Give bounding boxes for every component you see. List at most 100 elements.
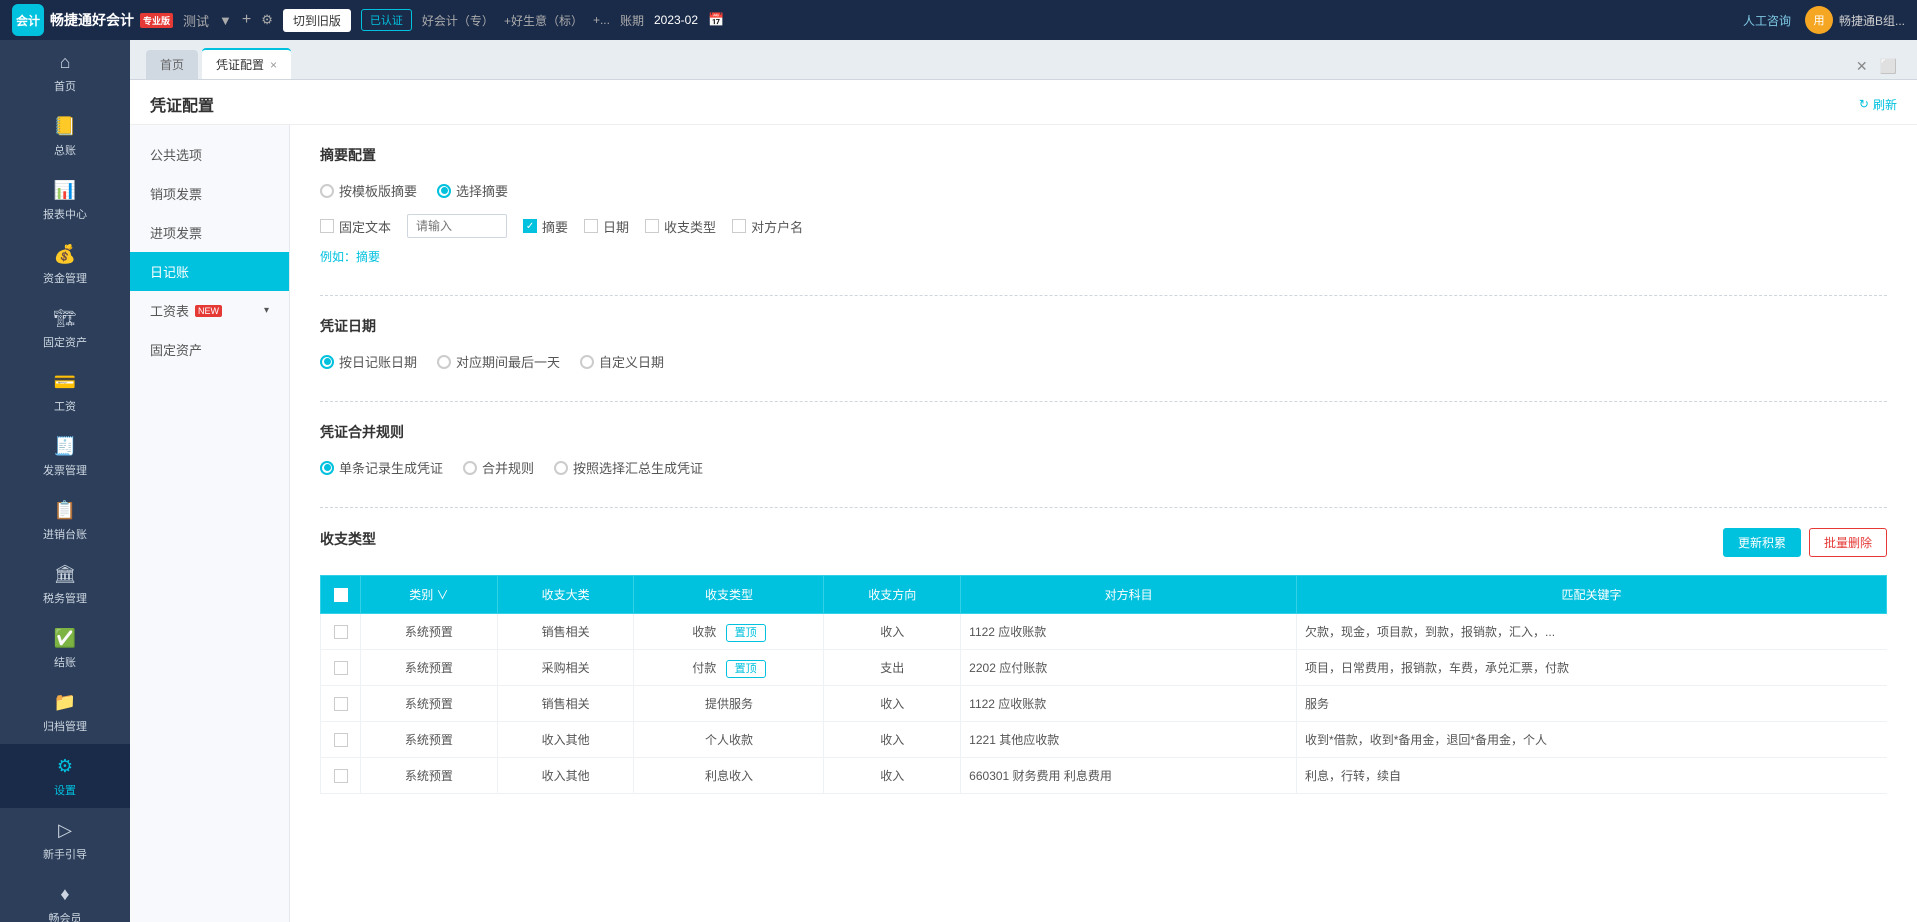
date-radio-custom[interactable]: 自定义日期 (580, 352, 664, 371)
update-btn[interactable]: 更新积累 (1723, 528, 1801, 557)
sidebar-item-ledger[interactable]: 📒 总账 (0, 104, 130, 168)
sidebar-label-closing: 结账 (54, 654, 76, 670)
row-direction: 收入 (824, 686, 961, 722)
merge-radio-single[interactable]: 单条记录生成凭证 (320, 458, 443, 477)
left-nav-public[interactable]: 公共选项 (130, 135, 289, 174)
tab-bar: 首页 凭证配置 × ✕ ⬜ (130, 40, 1917, 80)
row-subject: 1122 应收账款 (961, 614, 1297, 650)
gear-icon[interactable]: ⚙ (261, 12, 273, 28)
switch-old-btn[interactable]: 切到旧版 (283, 9, 351, 32)
date-radio-custom-label: 自定义日期 (599, 352, 664, 371)
row-main-type: 销售相关 (497, 614, 634, 650)
row-keywords: 欠款，现金，项目款，到款，报销款，汇入，... (1297, 614, 1887, 650)
left-nav-journal[interactable]: 日记账 (130, 252, 289, 291)
fixed-text-input[interactable] (407, 214, 507, 238)
help-link[interactable]: 人工咨询 (1743, 12, 1791, 29)
sidebar-item-archive[interactable]: 📁 归档管理 (0, 680, 130, 744)
checkbox-payment-type[interactable]: 收支类型 (645, 217, 716, 236)
row-checkbox[interactable] (321, 614, 361, 650)
th-sub-type: 收支类型 (634, 576, 824, 614)
left-nav-journal-label: 日记账 (150, 262, 189, 281)
date-section: 凭证日期 按日记账日期 对应期间最后一天 (320, 316, 1887, 371)
content-area: 首页 凭证配置 × ✕ ⬜ 凭证配置 ↻ 刷新 (130, 40, 1917, 922)
sidebar-item-home[interactable]: ⌂ 首页 (0, 40, 130, 104)
radio-circle-template (320, 184, 334, 198)
sidebar-label-settings: 设置 (54, 782, 76, 798)
merge-radio-summary[interactable]: 按照选择汇总生成凭证 (554, 458, 703, 477)
row-main-type: 收入其他 (497, 722, 634, 758)
summary-radio-template[interactable]: 按模板版摘要 (320, 181, 417, 200)
dropdown-icon[interactable]: ▼ (219, 13, 232, 28)
checkbox-counterpart-name[interactable]: 对方户名 (732, 217, 803, 236)
table-row: 系统预置 采购相关 付款 置顶 支出 2202 应付账款 项目，日常费用，报销款… (321, 650, 1887, 686)
tab-close-icon[interactable]: × (270, 58, 277, 72)
checkbox-date[interactable]: 日期 (584, 217, 629, 236)
row-category: 系统预置 (361, 758, 498, 794)
row-direction: 支出 (824, 650, 961, 686)
sidebar-item-salary[interactable]: 💳 工资 (0, 360, 130, 424)
row-checkbox[interactable] (321, 722, 361, 758)
divider-2 (320, 401, 1887, 402)
row-category: 系统预置 (361, 722, 498, 758)
sidebar-item-purchase[interactable]: 📋 进销台账 (0, 488, 130, 552)
sidebar-item-invoice[interactable]: 🧾 发票管理 (0, 424, 130, 488)
row-checkbox[interactable] (321, 686, 361, 722)
date-radio-journal[interactable]: 按日记账日期 (320, 352, 417, 371)
checkbox-date-label: 日期 (603, 217, 629, 236)
left-nav-fixed-assets[interactable]: 固定资产 (130, 330, 289, 369)
home-icon: ⌂ (60, 52, 71, 73)
left-nav-payroll[interactable]: 工资表 NEW ▾ (130, 291, 289, 330)
example-text: 例如：摘要 (320, 248, 1887, 265)
delete-btn[interactable]: 批量删除 (1809, 528, 1887, 557)
top-bar-right: 人工咨询 用 畅捷通B组... (1743, 6, 1905, 34)
ledger-icon: 📒 (54, 116, 76, 137)
checkbox-fixed-text[interactable]: 固定文本 (320, 217, 391, 236)
merge-radio-rule[interactable]: 合并规则 (463, 458, 534, 477)
date-radio-last-day[interactable]: 对应期间最后一天 (437, 352, 560, 371)
checkbox-box-payment-type (645, 219, 659, 233)
refresh-button[interactable]: ↻ 刷新 (1859, 96, 1897, 113)
checkbox-box-date (584, 219, 598, 233)
radio-single-circle (320, 461, 334, 475)
sidebar-item-guide[interactable]: ▷ 新手引导 (0, 808, 130, 872)
add-icon[interactable]: + (242, 11, 251, 29)
tab-home[interactable]: 首页 (146, 50, 198, 79)
summary-radio-select[interactable]: 选择摘要 (437, 181, 508, 200)
sidebar-item-member[interactable]: ♦ 畅会员 (0, 872, 130, 922)
tag-haoshengyi: +好生意（标） (504, 12, 583, 29)
radio-rule-circle (463, 461, 477, 475)
inner-layout: 公共选项 销项发票 进项发票 日记账 工资表 NEW ▾ (130, 125, 1917, 922)
refresh-label: 刷新 (1873, 96, 1897, 113)
divider-1 (320, 295, 1887, 296)
settings-icon: ⚙ (57, 756, 73, 777)
left-nav-purchase-invoice[interactable]: 进项发票 (130, 213, 289, 252)
checkbox-box-counterpart-name (732, 219, 746, 233)
sidebar-label-ledger: 总账 (54, 142, 76, 158)
sidebar-item-fixed-assets[interactable]: 🏗 固定资产 (0, 296, 130, 360)
window-close-icon[interactable]: ✕ (1852, 54, 1872, 79)
sidebar-item-settings[interactable]: ⚙ 设置 (0, 744, 130, 808)
calendar-icon[interactable]: 📅 (708, 12, 724, 28)
sidebar-item-reports[interactable]: 📊 报表中心 (0, 168, 130, 232)
sidebar-item-tax[interactable]: 🏛 税务管理 (0, 552, 130, 616)
left-nav-purchase-label: 进项发票 (150, 223, 202, 242)
header-checkbox[interactable] (334, 588, 348, 602)
sidebar-label-archive: 归档管理 (43, 718, 87, 734)
sidebar-item-closing[interactable]: ✅ 结账 (0, 616, 130, 680)
checkbox-summary-label: 摘要 (542, 217, 568, 236)
refresh-icon: ↻ (1859, 97, 1869, 111)
left-nav-sales-invoice[interactable]: 销项发票 (130, 174, 289, 213)
window-maximize-icon[interactable]: ⬜ (1876, 54, 1901, 79)
row-checkbox[interactable] (321, 758, 361, 794)
avatar: 用 (1805, 6, 1833, 34)
sidebar-label-guide: 新手引导 (43, 846, 87, 862)
row-keywords: 利息，行转，续自 (1297, 758, 1887, 794)
sidebar-item-funds[interactable]: 💰 资金管理 (0, 232, 130, 296)
top-tag-0[interactable]: 置顶 (726, 624, 766, 642)
left-nav-sales-label: 销项发票 (150, 184, 202, 203)
summary-section: 摘要配置 按模板版摘要 选择摘要 (320, 145, 1887, 265)
checkbox-summary[interactable]: 摘要 (523, 217, 568, 236)
tab-voucher-config[interactable]: 凭证配置 × (202, 48, 291, 79)
top-tag-1[interactable]: 置顶 (726, 660, 766, 678)
row-checkbox[interactable] (321, 650, 361, 686)
